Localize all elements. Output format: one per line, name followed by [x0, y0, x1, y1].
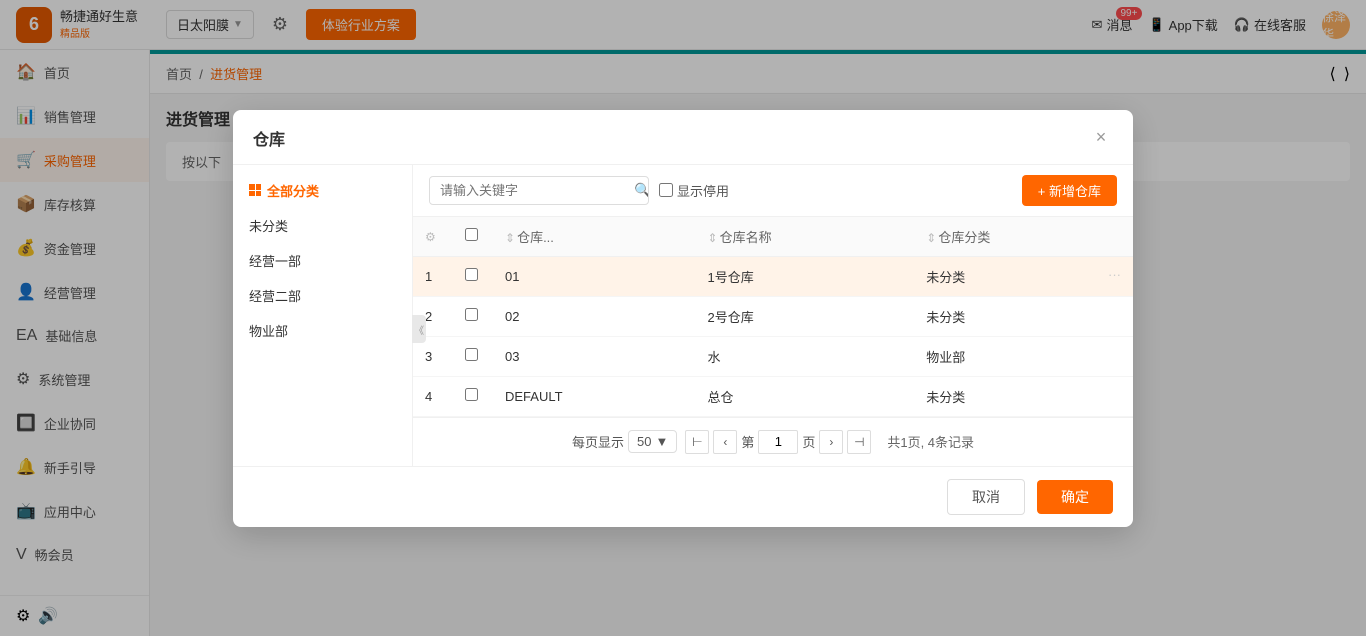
row-checkbox[interactable]	[453, 336, 493, 376]
chevron-down-icon: ▼	[655, 434, 668, 449]
warehouse-modal: 仓库 × 《 全部分类未分类经营一部经营二部物业部 🔍	[233, 110, 1133, 527]
row-category: 未分类 ···	[914, 256, 1133, 296]
col-category: ⇕仓库分类	[914, 217, 1133, 257]
modal-title: 仓库	[253, 126, 285, 150]
select-all-checkbox[interactable]	[465, 228, 478, 241]
row-name: 1号仓库	[696, 256, 915, 296]
modal-overlay[interactable]: 仓库 × 《 全部分类未分类经营一部经营二部物业部 🔍	[0, 0, 1366, 636]
row-checkbox[interactable]	[453, 376, 493, 416]
row-no: 1	[413, 256, 453, 296]
row-code: 03	[493, 336, 696, 376]
search-button[interactable]: 🔍	[626, 177, 649, 204]
category-item-0[interactable]: 全部分类	[233, 173, 412, 208]
show-disabled-checkbox[interactable]	[659, 183, 673, 197]
add-warehouse-button[interactable]: + 新增仓库	[1022, 175, 1117, 206]
table-row[interactable]: 4 DEFAULT 总仓 未分类	[413, 376, 1133, 416]
modal-footer: 取消 确定	[233, 466, 1133, 527]
show-disabled-label: 显示停用	[659, 181, 729, 200]
category-panel: 《 全部分类未分类经营一部经营二部物业部	[233, 165, 413, 466]
col-code: ⇕仓库...	[493, 217, 696, 257]
search-box: 🔍	[429, 176, 649, 205]
row-actions-button[interactable]: ···	[1108, 267, 1121, 282]
row-name: 2号仓库	[696, 296, 915, 336]
row-category: 物业部	[914, 336, 1133, 376]
row-category: 未分类	[914, 296, 1133, 336]
table-row[interactable]: 2 02 2号仓库 未分类	[413, 296, 1133, 336]
col-checkbox	[453, 217, 493, 257]
category-item-2[interactable]: 经营一部	[233, 243, 412, 278]
right-panel: 🔍 显示停用 + 新增仓库 ⚙ ⇕仓库...	[413, 165, 1133, 466]
modal-close-button[interactable]: ×	[1089, 126, 1113, 150]
row-category: 未分类	[914, 376, 1133, 416]
row-name: 水	[696, 336, 915, 376]
category-item-4[interactable]: 物业部	[233, 313, 412, 348]
warehouse-table-wrap: ⚙ ⇕仓库... ⇕仓库名称 ⇕仓库分类 1 01 1号仓库 未分类 ··· 2	[413, 217, 1133, 417]
col-settings: ⚙	[413, 217, 453, 257]
modal-body: 《 全部分类未分类经营一部经营二部物业部 🔍 显示停用 + 新增仓库	[233, 165, 1133, 466]
right-toolbar: 🔍 显示停用 + 新增仓库	[413, 165, 1133, 217]
pagination: 每页显示 50 ▼ ⊢ ‹ 第 页 › ⊣	[413, 417, 1133, 466]
prev-page-button[interactable]: ‹	[713, 430, 737, 454]
page-total: 共1页, 4条记录	[887, 432, 974, 451]
table-row[interactable]: 3 03 水 物业部	[413, 336, 1133, 376]
row-name: 总仓	[696, 376, 915, 416]
row-no: 4	[413, 376, 453, 416]
row-code: DEFAULT	[493, 376, 696, 416]
first-page-button[interactable]: ⊢	[685, 430, 709, 454]
next-page-button[interactable]: ›	[819, 430, 843, 454]
confirm-button[interactable]: 确定	[1037, 480, 1113, 514]
row-checkbox[interactable]	[453, 256, 493, 296]
page-number-input[interactable]	[758, 430, 798, 454]
search-input[interactable]	[430, 178, 626, 203]
panel-collapse-button[interactable]: 《	[412, 315, 426, 343]
per-page-dropdown[interactable]: 50 ▼	[628, 430, 677, 453]
last-page-button[interactable]: ⊣	[847, 430, 871, 454]
row-code: 02	[493, 296, 696, 336]
warehouse-table: ⚙ ⇕仓库... ⇕仓库名称 ⇕仓库分类 1 01 1号仓库 未分类 ··· 2	[413, 217, 1133, 417]
row-checkbox[interactable]	[453, 296, 493, 336]
pager: ⊢ ‹ 第 页 › ⊣	[685, 430, 871, 454]
cancel-button[interactable]: 取消	[947, 479, 1025, 515]
table-row[interactable]: 1 01 1号仓库 未分类 ···	[413, 256, 1133, 296]
grid-icon	[249, 184, 261, 196]
category-item-1[interactable]: 未分类	[233, 208, 412, 243]
col-name: ⇕仓库名称	[696, 217, 915, 257]
page-size-select: 每页显示 50 ▼	[572, 430, 677, 453]
modal-header: 仓库 ×	[233, 110, 1133, 165]
category-item-3[interactable]: 经营二部	[233, 278, 412, 313]
row-code: 01	[493, 256, 696, 296]
